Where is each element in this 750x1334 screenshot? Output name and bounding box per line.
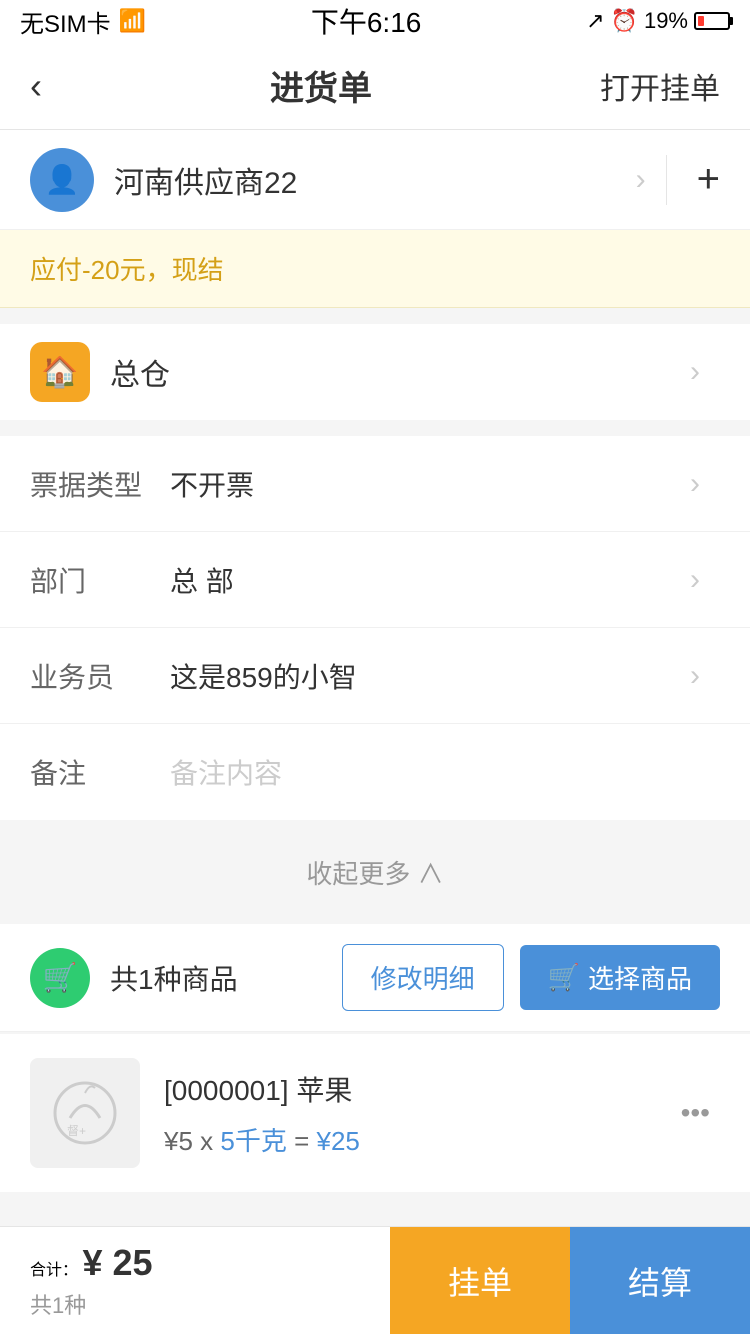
product-quantity: 5千克 [220,1126,286,1156]
collapse-label: 收起更多 ∧ [306,854,443,891]
invoice-type-row[interactable]: 票据类型 不开票 › [0,436,750,532]
department-value: 总 部 [150,560,690,600]
warehouse-name: 总仓 [110,350,690,394]
status-bar: 无SIM卡 📶 下午6:16 ↗ ⏰ 19% [0,0,750,42]
select-product-button[interactable]: 🛒 选择商品 [520,945,720,1010]
warehouse-chevron-icon: › [690,355,700,389]
products-count: 共1种商品 [110,958,342,998]
cart-icon: 🛒 [43,961,78,994]
product-title: 苹果 [296,1075,352,1106]
products-header: 🛒 共1种商品 修改明细 🛒 选择商品 [0,924,750,1032]
total-line: 合计： ¥ 25 [30,1242,360,1284]
location-icon: ↗ [586,8,604,34]
svg-text:督+: 督+ [67,1123,86,1138]
select-product-icon: 🛒 [548,962,580,993]
hang-order-label: 挂单 [448,1258,512,1304]
status-bar-right: ↗ ⏰ 19% [586,8,730,34]
total-amount: ¥ 25 [82,1242,152,1283]
add-supplier-button[interactable]: + [697,157,720,202]
department-label: 部门 [30,560,150,600]
product-more-button[interactable]: ••• [671,1087,720,1139]
nav-bar: ‹ 进货单 打开挂单 [0,42,750,130]
supplier-row[interactable]: 👤 河南供应商22 › + [0,130,750,230]
supplier-divider [666,155,667,205]
battery-icon [694,12,730,30]
select-product-label: 选择商品 [588,959,692,996]
product-item: 督+ [0000001] 苹果 ¥5 x 5千克 = ¥25 ••• [0,1034,750,1192]
status-bar-time: 下午6:16 [311,1,422,41]
product-total: ¥25 [317,1126,360,1156]
product-code: [0000001] [164,1075,289,1106]
product-price: ¥5 x 5千克 = ¥25 [164,1121,671,1158]
collapse-button[interactable]: 收起更多 ∧ [0,836,750,908]
sales-person-value: 这是859的小智 [150,656,690,696]
invoice-type-label: 票据类型 [30,464,150,504]
supplier-avatar: 👤 [30,148,94,212]
invoice-type-value: 不开票 [150,464,690,504]
supplier-section: 👤 河南供应商22 › + 应付-20元，现结 [0,130,750,308]
battery-percent: 19% [644,8,688,34]
remark-row[interactable]: 备注 备注内容 [0,724,750,820]
product-thumbnail: 督+ [30,1058,140,1168]
total-count: 共1种 [30,1288,360,1320]
department-chevron-icon: › [690,563,700,597]
back-button[interactable]: ‹ [30,65,42,107]
bottom-total: 合计： ¥ 25 共1种 [0,1242,390,1320]
remark-input[interactable]: 备注内容 [150,752,720,792]
payment-notice: 应付-20元，现结 [0,230,750,308]
product-unit-price: ¥5 [164,1126,193,1156]
supplier-chevron-icon: › [636,163,646,197]
warehouse-icon: 🏠 [30,342,90,402]
checkout-label: 结算 [628,1258,692,1304]
form-section: 票据类型 不开票 › 部门 总 部 › 业务员 这是859的小智 › 备注 备注… [0,436,750,820]
avatar-icon: 👤 [45,163,80,196]
department-row[interactable]: 部门 总 部 › [0,532,750,628]
bottom-bar: 合计： ¥ 25 共1种 挂单 结算 [0,1226,750,1334]
page-title: 进货单 [270,61,372,110]
products-icon: 🛒 [30,948,90,1008]
open-hang-button[interactable]: 打开挂单 [600,64,720,108]
modify-detail-button[interactable]: 修改明细 [342,944,504,1011]
supplier-name: 河南供应商22 [114,158,636,202]
status-bar-left: 无SIM卡 📶 [20,4,146,39]
remark-label: 备注 [30,752,150,792]
warehouse-section: 🏠 总仓 › [0,324,750,420]
main-content: 👤 河南供应商22 › + 应付-20元，现结 🏠 总仓 › 票据类型 不开票 … [0,130,750,1312]
product-name: [0000001] 苹果 [164,1069,671,1109]
hang-order-button[interactable]: 挂单 [390,1227,570,1334]
warehouse-row[interactable]: 🏠 总仓 › [0,324,750,420]
product-thumb-icon: 督+ [45,1073,125,1153]
sales-person-label: 业务员 [30,656,150,696]
wifi-icon: 📶 [119,8,146,34]
total-label: 合计： [30,1262,78,1279]
sales-person-row[interactable]: 业务员 这是859的小智 › [0,628,750,724]
invoice-type-chevron-icon: › [690,467,700,501]
product-info: [0000001] 苹果 ¥5 x 5千克 = ¥25 [164,1069,671,1158]
battery-fill [698,16,704,26]
product-equals: = [294,1126,316,1156]
checkout-button[interactable]: 结算 [570,1227,750,1334]
product-multiply: x [200,1126,220,1156]
carrier-text: 无SIM卡 [20,4,111,39]
sales-person-chevron-icon: › [690,659,700,693]
alarm-icon: ⏰ [611,8,638,34]
